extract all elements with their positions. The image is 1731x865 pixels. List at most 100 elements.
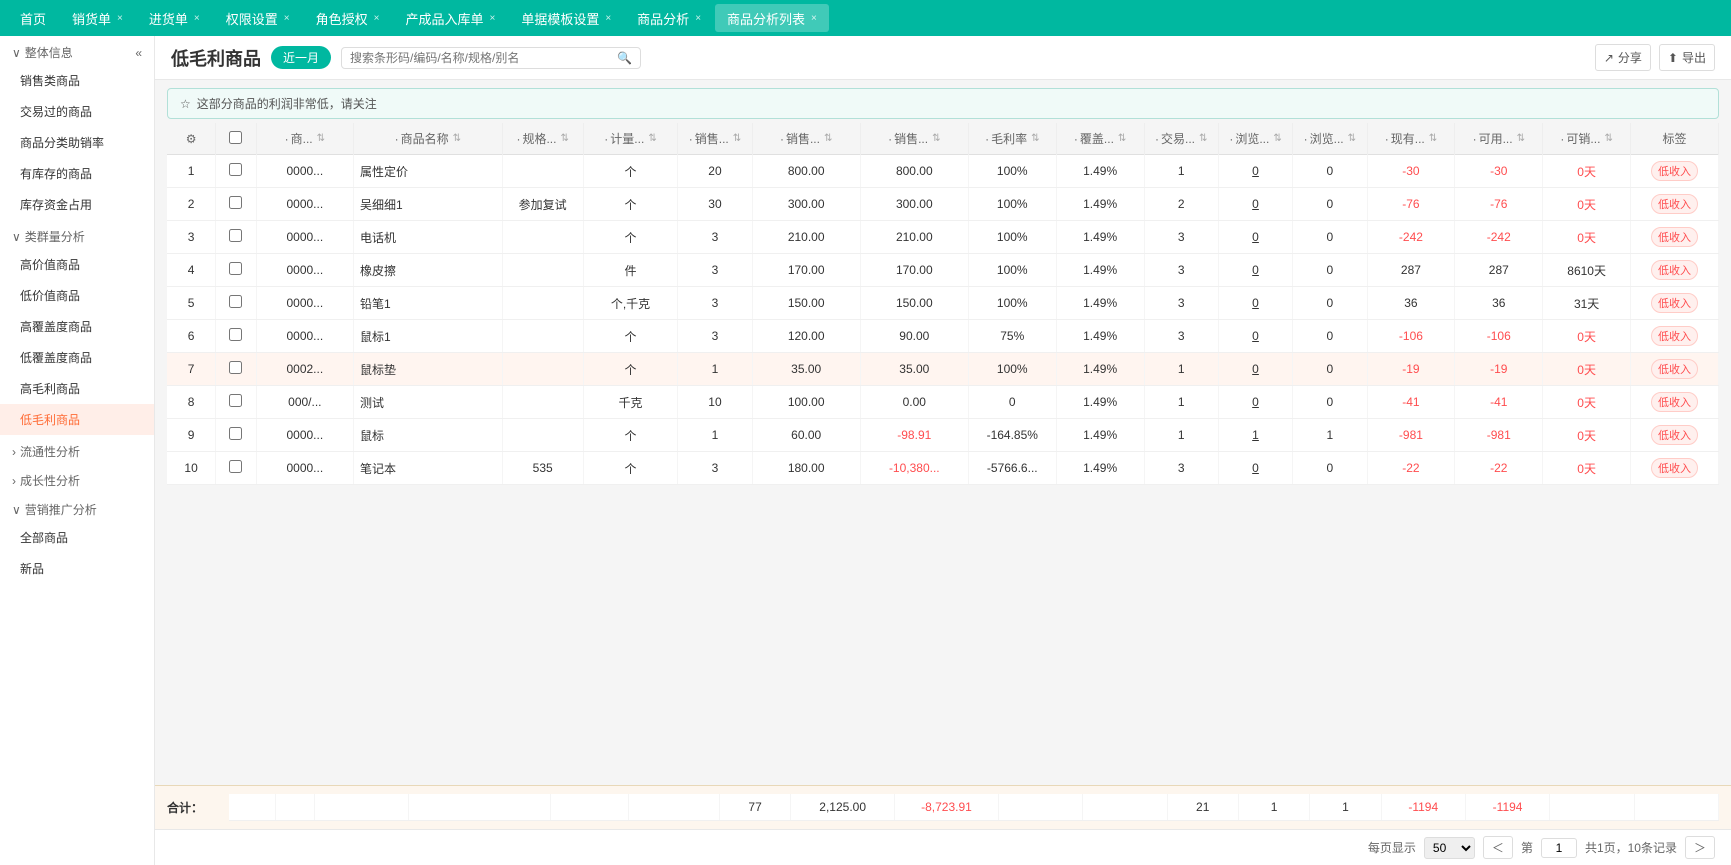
table-wrapper[interactable]: ⚙ ·商...⇅ ·商品名称⇅ ·规格...⇅ ·计量...⇅ ·销售...⇅ … [167,123,1719,785]
row-checkbox[interactable] [216,452,257,485]
row-name[interactable]: 铅笔1 [353,287,502,320]
row-select-checkbox[interactable] [229,427,242,440]
sidebar-item-high-coverage[interactable]: 高覆盖度商品 [0,311,154,342]
row-checkbox[interactable] [216,419,257,452]
col-tag[interactable]: 标签 [1631,123,1719,155]
sidebar-item-sales-products[interactable]: 销售类商品 [0,65,154,96]
nav-item-sales[interactable]: 销货单 × [60,4,135,32]
sidebar-item-all-products[interactable]: 全部商品 [0,522,154,553]
row-name[interactable]: 鼠标 [353,419,502,452]
sidebar-item-low-margin[interactable]: 低毛利商品 [0,404,154,435]
row-select-checkbox[interactable] [229,361,242,374]
sidebar-item-low-value[interactable]: 低价值商品 [0,280,154,311]
row-checkbox[interactable] [216,386,257,419]
close-icon[interactable]: × [605,13,611,24]
close-icon[interactable]: × [811,13,817,24]
col-trade-count[interactable]: ·交易...⇅ [1144,123,1218,155]
col-settings[interactable]: ⚙ [167,123,216,155]
share-button[interactable]: ↗ 分享 [1595,44,1651,71]
close-icon[interactable]: × [117,13,123,24]
search-icon[interactable]: 🔍 [617,51,632,65]
row-browse1[interactable]: 0 [1218,188,1292,221]
col-browse1[interactable]: ·浏览...⇅ [1218,123,1292,155]
close-icon[interactable]: × [284,13,290,24]
sidebar-item-category-rate[interactable]: 商品分类助销率 [0,127,154,158]
nav-item-permission[interactable]: 权限设置 × [214,4,302,32]
col-coverage[interactable]: ·覆盖...⇅ [1056,123,1144,155]
nav-item-product-analysis[interactable]: 商品分析 × [625,4,713,32]
sidebar-item-low-coverage[interactable]: 低覆盖度商品 [0,342,154,373]
nav-item-home[interactable]: 首页 [8,4,58,32]
col-code[interactable]: ·商...⇅ [256,123,353,155]
col-available-stock[interactable]: ·可用...⇅ [1455,123,1543,155]
row-checkbox[interactable] [216,155,257,188]
close-icon[interactable]: × [489,13,495,24]
row-checkbox[interactable] [216,353,257,386]
row-browse1[interactable]: 0 [1218,287,1292,320]
col-unit[interactable]: ·计量...⇅ [583,123,678,155]
row-checkbox[interactable] [216,221,257,254]
page-input[interactable] [1541,838,1577,858]
nav-item-product-list[interactable]: 商品分析列表 × [715,4,829,32]
row-browse1[interactable]: 0 [1218,221,1292,254]
sidebar-item-in-stock[interactable]: 有库存的商品 [0,158,154,189]
col-name[interactable]: ·商品名称⇅ [353,123,502,155]
search-input[interactable] [350,51,613,65]
sidebar-item-high-margin[interactable]: 高毛利商品 [0,373,154,404]
col-current-stock[interactable]: ·现有...⇅ [1367,123,1455,155]
col-sales-profit[interactable]: ·销售...⇅ [860,123,968,155]
page-size-select[interactable]: 50 20 100 [1424,837,1475,859]
col-browse2[interactable]: ·浏览...⇅ [1293,123,1367,155]
col-sales-qty[interactable]: ·销售...⇅ [678,123,752,155]
row-browse1[interactable]: 0 [1218,452,1292,485]
settings-icon[interactable]: ⚙ [186,132,197,146]
sidebar-item-new-products[interactable]: 新品 [0,553,154,584]
row-select-checkbox[interactable] [229,229,242,242]
row-browse1[interactable]: 0 [1218,254,1292,287]
row-name[interactable]: 笔记本 [353,452,502,485]
row-name[interactable]: 测试 [353,386,502,419]
sidebar-group-overall[interactable]: ∨ 整体信息 « [0,36,154,65]
nav-item-purchase[interactable]: 进货单 × [137,4,212,32]
row-name[interactable]: 电话机 [353,221,502,254]
row-select-checkbox[interactable] [229,262,242,275]
col-spec[interactable]: ·规格...⇅ [502,123,583,155]
nav-item-role[interactable]: 角色授权 × [304,4,392,32]
row-name[interactable]: 鼠标垫 [353,353,502,386]
row-select-checkbox[interactable] [229,196,242,209]
close-icon[interactable]: × [194,13,200,24]
col-sales-amount[interactable]: ·销售...⇅ [752,123,860,155]
filter-recent-month[interactable]: 近一月 [271,46,331,69]
export-button[interactable]: ⬆ 导出 [1659,44,1715,71]
row-checkbox[interactable] [216,188,257,221]
sidebar-group-cluster[interactable]: ∨ 类群量分析 [0,220,154,249]
row-name[interactable]: 属性定价 [353,155,502,188]
row-name[interactable]: 鼠标1 [353,320,502,353]
row-browse1[interactable]: 0 [1218,155,1292,188]
sidebar-group-circulation[interactable]: › 流通性分析 [0,435,154,464]
next-page-button[interactable]: ＞ [1685,836,1715,859]
close-icon[interactable]: × [695,13,701,24]
col-gross-margin[interactable]: ·毛利率⇅ [968,123,1056,155]
nav-item-product-in[interactable]: 产成品入库单 × [393,4,507,32]
row-checkbox[interactable] [216,287,257,320]
prev-page-button[interactable]: ＜ [1483,836,1513,859]
row-checkbox[interactable] [216,254,257,287]
row-select-checkbox[interactable] [229,460,242,473]
sidebar-item-stock-fund[interactable]: 库存资金占用 [0,189,154,220]
nav-item-template[interactable]: 单据模板设置 × [509,4,623,32]
col-checkbox[interactable] [216,123,257,155]
close-icon[interactable]: × [374,13,380,24]
row-browse1[interactable]: 0 [1218,353,1292,386]
row-select-checkbox[interactable] [229,163,242,176]
select-all-checkbox[interactable] [229,131,242,144]
row-browse1[interactable]: 0 [1218,386,1292,419]
row-select-checkbox[interactable] [229,295,242,308]
col-saleable[interactable]: ·可销...⇅ [1543,123,1631,155]
row-browse1[interactable]: 0 [1218,320,1292,353]
sidebar-item-high-value[interactable]: 高价值商品 [0,249,154,280]
sidebar-item-traded[interactable]: 交易过的商品 [0,96,154,127]
sidebar-group-marketing[interactable]: ∨ 营销推广分析 [0,493,154,522]
row-checkbox[interactable] [216,320,257,353]
sidebar-group-growth[interactable]: › 成长性分析 [0,464,154,493]
